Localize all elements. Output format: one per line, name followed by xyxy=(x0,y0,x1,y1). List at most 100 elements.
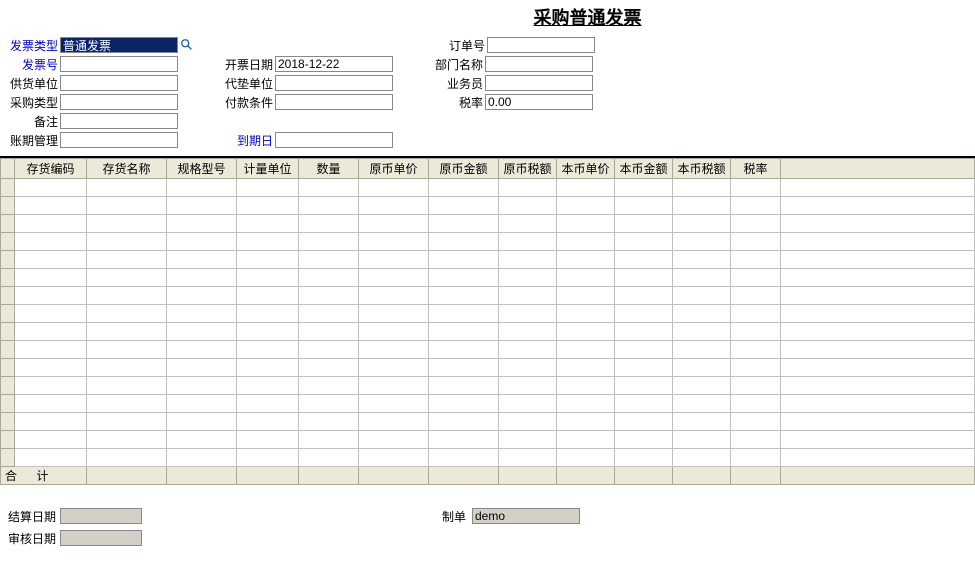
cell[interactable] xyxy=(499,251,557,269)
cell[interactable] xyxy=(615,413,673,431)
cell[interactable] xyxy=(167,341,237,359)
cell[interactable] xyxy=(237,305,299,323)
cell[interactable] xyxy=(499,233,557,251)
column-header[interactable]: 计量单位 xyxy=(237,159,299,179)
cell[interactable] xyxy=(299,377,359,395)
cell[interactable] xyxy=(87,215,167,233)
cell[interactable] xyxy=(359,233,429,251)
column-header[interactable]: 数量 xyxy=(299,159,359,179)
cell[interactable] xyxy=(781,215,975,233)
cell[interactable] xyxy=(557,449,615,467)
cell[interactable] xyxy=(299,323,359,341)
cell[interactable] xyxy=(557,377,615,395)
row-header[interactable] xyxy=(1,341,15,359)
cell[interactable] xyxy=(87,269,167,287)
cell[interactable] xyxy=(673,341,731,359)
cell[interactable] xyxy=(781,359,975,377)
cell[interactable] xyxy=(499,269,557,287)
table-row[interactable] xyxy=(1,305,975,323)
cell[interactable] xyxy=(167,431,237,449)
tax-rate-input[interactable] xyxy=(485,94,593,110)
table-row[interactable] xyxy=(1,287,975,305)
cell[interactable] xyxy=(237,341,299,359)
cell[interactable] xyxy=(615,179,673,197)
row-header[interactable] xyxy=(1,197,15,215)
cell[interactable] xyxy=(499,215,557,233)
cell[interactable] xyxy=(673,179,731,197)
cell[interactable] xyxy=(15,233,87,251)
cell[interactable] xyxy=(87,197,167,215)
cell[interactable] xyxy=(237,359,299,377)
cell[interactable] xyxy=(673,431,731,449)
cell[interactable] xyxy=(731,377,781,395)
cell[interactable] xyxy=(499,197,557,215)
cell[interactable] xyxy=(87,305,167,323)
cell[interactable] xyxy=(557,179,615,197)
cell[interactable] xyxy=(359,377,429,395)
cell[interactable] xyxy=(673,215,731,233)
cell[interactable] xyxy=(167,197,237,215)
cell[interactable] xyxy=(237,179,299,197)
cell[interactable] xyxy=(615,359,673,377)
cell[interactable] xyxy=(429,395,499,413)
table-row[interactable] xyxy=(1,233,975,251)
cell[interactable] xyxy=(167,449,237,467)
cell[interactable] xyxy=(615,251,673,269)
cell[interactable] xyxy=(167,179,237,197)
cell[interactable] xyxy=(167,233,237,251)
cell[interactable] xyxy=(237,395,299,413)
cell[interactable] xyxy=(237,449,299,467)
cell[interactable] xyxy=(167,413,237,431)
cell[interactable] xyxy=(499,449,557,467)
cell[interactable] xyxy=(299,179,359,197)
cell[interactable] xyxy=(499,287,557,305)
cell[interactable] xyxy=(731,341,781,359)
row-header[interactable] xyxy=(1,233,15,251)
table-row[interactable] xyxy=(1,377,975,395)
table-row[interactable] xyxy=(1,179,975,197)
cell[interactable] xyxy=(237,251,299,269)
table-row[interactable] xyxy=(1,395,975,413)
table-row[interactable] xyxy=(1,251,975,269)
cell[interactable] xyxy=(299,359,359,377)
cell[interactable] xyxy=(429,431,499,449)
cell[interactable] xyxy=(499,341,557,359)
period-mgmt-input[interactable] xyxy=(60,132,178,148)
cell[interactable] xyxy=(781,395,975,413)
cell[interactable] xyxy=(499,323,557,341)
cell[interactable] xyxy=(615,287,673,305)
cell[interactable] xyxy=(557,413,615,431)
row-header[interactable] xyxy=(1,377,15,395)
column-header[interactable]: 原币单价 xyxy=(359,159,429,179)
column-header[interactable]: 本币金额 xyxy=(615,159,673,179)
column-header[interactable]: 本币税额 xyxy=(673,159,731,179)
cell[interactable] xyxy=(557,215,615,233)
column-header[interactable]: 存货名称 xyxy=(87,159,167,179)
cell[interactable] xyxy=(429,359,499,377)
cell[interactable] xyxy=(15,431,87,449)
cell[interactable] xyxy=(731,197,781,215)
cell[interactable] xyxy=(87,377,167,395)
table-row[interactable] xyxy=(1,449,975,467)
row-header[interactable] xyxy=(1,323,15,341)
cell[interactable] xyxy=(731,395,781,413)
cell[interactable] xyxy=(359,305,429,323)
cell[interactable] xyxy=(15,323,87,341)
table-row[interactable] xyxy=(1,323,975,341)
cell[interactable] xyxy=(731,449,781,467)
cell[interactable] xyxy=(15,305,87,323)
cell[interactable] xyxy=(781,431,975,449)
row-header[interactable] xyxy=(1,305,15,323)
row-header[interactable] xyxy=(1,251,15,269)
cell[interactable] xyxy=(557,251,615,269)
cell[interactable] xyxy=(615,377,673,395)
cell[interactable] xyxy=(299,449,359,467)
row-header[interactable] xyxy=(1,449,15,467)
cell[interactable] xyxy=(359,395,429,413)
table-row[interactable] xyxy=(1,431,975,449)
cell[interactable] xyxy=(15,377,87,395)
cell[interactable] xyxy=(673,395,731,413)
cell[interactable] xyxy=(15,395,87,413)
salesman-input[interactable] xyxy=(485,75,593,91)
maker-input[interactable] xyxy=(472,508,580,524)
